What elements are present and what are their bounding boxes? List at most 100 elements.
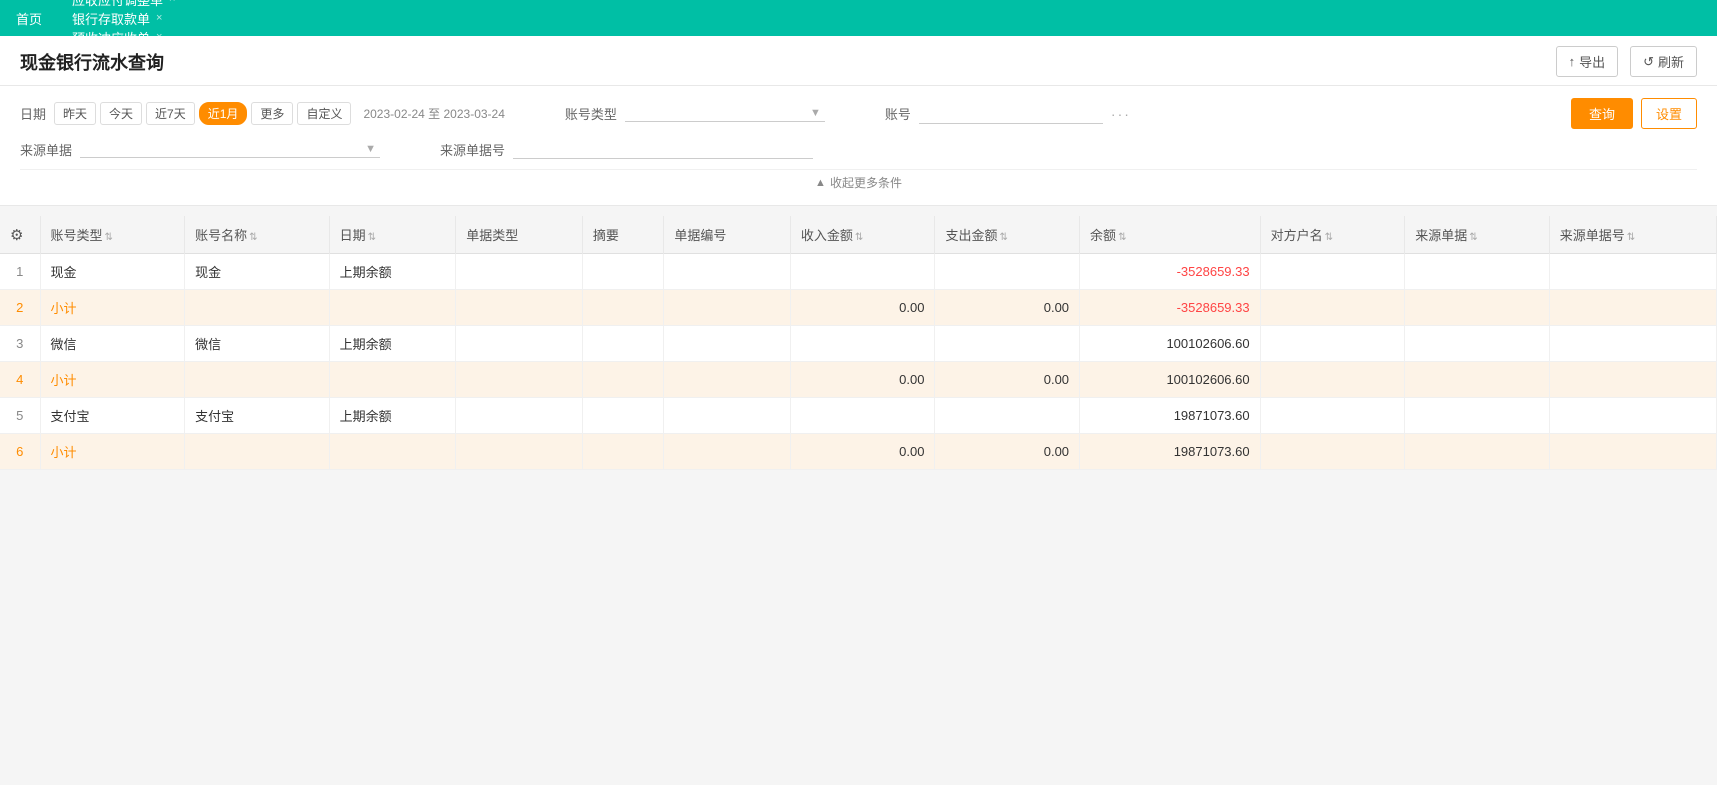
table-cell — [790, 398, 935, 434]
date-btn-昨天[interactable]: 昨天 — [54, 102, 96, 125]
refresh-label: 刷新 — [1658, 52, 1684, 71]
table-cell: 小计 — [40, 290, 185, 326]
header-actions: ↑ 导出 ↺ 刷新 — [1556, 46, 1697, 77]
export-icon: ↑ — [1569, 54, 1576, 69]
query-button[interactable]: 查询 — [1571, 98, 1633, 129]
col-header-doc_type: 单据类型 — [456, 216, 583, 254]
table-cell — [1260, 254, 1405, 290]
close-icon[interactable]: × — [156, 31, 162, 36]
col-header-summary: 摘要 — [582, 216, 664, 254]
account-type-chevron-icon: ▼ — [810, 107, 821, 119]
col-header-source_doc[interactable]: 来源单据⇅ — [1405, 216, 1550, 254]
date-btn-自定义[interactable]: 自定义 — [297, 102, 351, 125]
collapse-up-icon: ▲ — [815, 177, 826, 189]
col-label: 账号名称 — [195, 228, 247, 243]
date-btn-近1月[interactable]: 近1月 — [199, 102, 248, 125]
table-cell: 小计 — [40, 434, 185, 470]
col-label: 收入金额 — [801, 228, 853, 243]
table-cell — [1405, 326, 1550, 362]
table-cell — [456, 398, 583, 434]
nav-tab-yingshoudiaozhen[interactable]: 应收应付调整单 × — [58, 0, 202, 9]
table-cell — [582, 254, 664, 290]
collapse-bar[interactable]: ▲ 收起更多条件 — [20, 169, 1697, 195]
col-label: 摘要 — [593, 228, 619, 243]
table-cell — [1405, 398, 1550, 434]
col-label: 单据类型 — [466, 228, 518, 243]
page-header: 现金银行流水查询 ↑ 导出 ↺ 刷新 — [0, 36, 1717, 86]
table-cell — [582, 434, 664, 470]
account-type-select[interactable]: ▼ — [625, 105, 825, 122]
page-title: 现金银行流水查询 — [20, 49, 164, 75]
table-cell: 支付宝 — [185, 398, 330, 434]
close-icon[interactable]: × — [169, 0, 175, 5]
table-cell — [456, 326, 583, 362]
account-type-filter-group: 账号类型 ▼ — [565, 104, 825, 123]
table-cell — [456, 254, 583, 290]
table-cell — [1260, 326, 1405, 362]
date-btn-近7天[interactable]: 近7天 — [146, 102, 195, 125]
table-cell: 微信 — [40, 326, 185, 362]
table-cell: 6 — [0, 434, 40, 470]
col-header-source_doc_no[interactable]: 来源单据号⇅ — [1549, 216, 1716, 254]
account-no-dots[interactable]: ··· — [1111, 106, 1131, 122]
table-row: 2小计0.000.00-3528659.33 — [0, 290, 1717, 326]
export-button[interactable]: ↑ 导出 — [1556, 46, 1619, 77]
table-cell: 0.00 — [790, 290, 935, 326]
date-label: 日期 — [20, 104, 46, 123]
nav-home[interactable]: 首页 — [0, 0, 58, 36]
col-header-income[interactable]: 收入金额⇅ — [790, 216, 935, 254]
table-cell — [329, 434, 456, 470]
table-cell: 5 — [0, 398, 40, 434]
date-btn-今天[interactable]: 今天 — [100, 102, 142, 125]
table-row: 6小计0.000.0019871073.60 — [0, 434, 1717, 470]
source-doc-no-input[interactable] — [513, 139, 813, 159]
source-doc-select[interactable]: ▼ — [80, 141, 380, 158]
col-header-expense[interactable]: 支出金额⇅ — [935, 216, 1080, 254]
table-cell — [582, 290, 664, 326]
gear-icon[interactable]: ⚙ — [10, 227, 23, 244]
data-table: ⚙账号类型⇅账号名称⇅日期⇅单据类型摘要单据编号收入金额⇅支出金额⇅余额⇅对方户… — [0, 216, 1717, 470]
col-header-date[interactable]: 日期⇅ — [329, 216, 456, 254]
table-cell: 0.00 — [935, 434, 1080, 470]
table-cell — [1405, 254, 1550, 290]
nav-tab-label: 应收应付调整单 — [72, 0, 163, 9]
date-btn-更多[interactable]: 更多 — [251, 102, 293, 125]
col-header-balance[interactable]: 余额⇅ — [1080, 216, 1261, 254]
table-cell: 100102606.60 — [1080, 362, 1261, 398]
table-cell — [582, 326, 664, 362]
table-cell — [329, 362, 456, 398]
table-cell — [1405, 434, 1550, 470]
close-icon[interactable]: × — [156, 12, 162, 24]
table-body: 1现金现金上期余额-3528659.332小计0.000.00-3528659.… — [0, 254, 1717, 470]
settings-button[interactable]: 设置 — [1641, 98, 1697, 129]
sort-icon: ⇅ — [249, 232, 257, 243]
table-row: 1现金现金上期余额-3528659.33 — [0, 254, 1717, 290]
table-cell — [456, 362, 583, 398]
col-header-account_type[interactable]: 账号类型⇅ — [40, 216, 185, 254]
table-cell: -3528659.33 — [1080, 254, 1261, 290]
account-no-input[interactable] — [919, 104, 1103, 124]
col-header-counterpart[interactable]: 对方户名⇅ — [1260, 216, 1405, 254]
table-cell — [582, 398, 664, 434]
sort-icon: ⇅ — [1118, 232, 1126, 243]
sort-icon: ⇅ — [999, 232, 1007, 243]
nav-tab-yushouzonying[interactable]: 预收冲应收单 × — [58, 28, 202, 37]
table-row: 4小计0.000.00100102606.60 — [0, 362, 1717, 398]
nav-tab-yinhangcunqu[interactable]: 银行存取款单× — [58, 9, 202, 28]
source-doc-chevron-icon: ▼ — [365, 143, 376, 155]
table-cell: -3528659.33 — [1080, 290, 1261, 326]
table-cell — [664, 254, 791, 290]
table-cell: 微信 — [185, 326, 330, 362]
table-cell: 1 — [0, 254, 40, 290]
table-cell: 小计 — [40, 362, 185, 398]
col-header-gear: ⚙ — [0, 216, 40, 254]
table-cell — [329, 290, 456, 326]
nav-tab-label: 预收冲应收单 — [72, 28, 150, 37]
table-row: 3微信微信上期余额100102606.60 — [0, 326, 1717, 362]
account-no-label: 账号 — [885, 104, 911, 123]
table-cell — [1260, 398, 1405, 434]
refresh-button[interactable]: ↺ 刷新 — [1630, 46, 1697, 77]
col-header-account_name[interactable]: 账号名称⇅ — [185, 216, 330, 254]
table-cell — [185, 434, 330, 470]
table-cell: 现金 — [40, 254, 185, 290]
